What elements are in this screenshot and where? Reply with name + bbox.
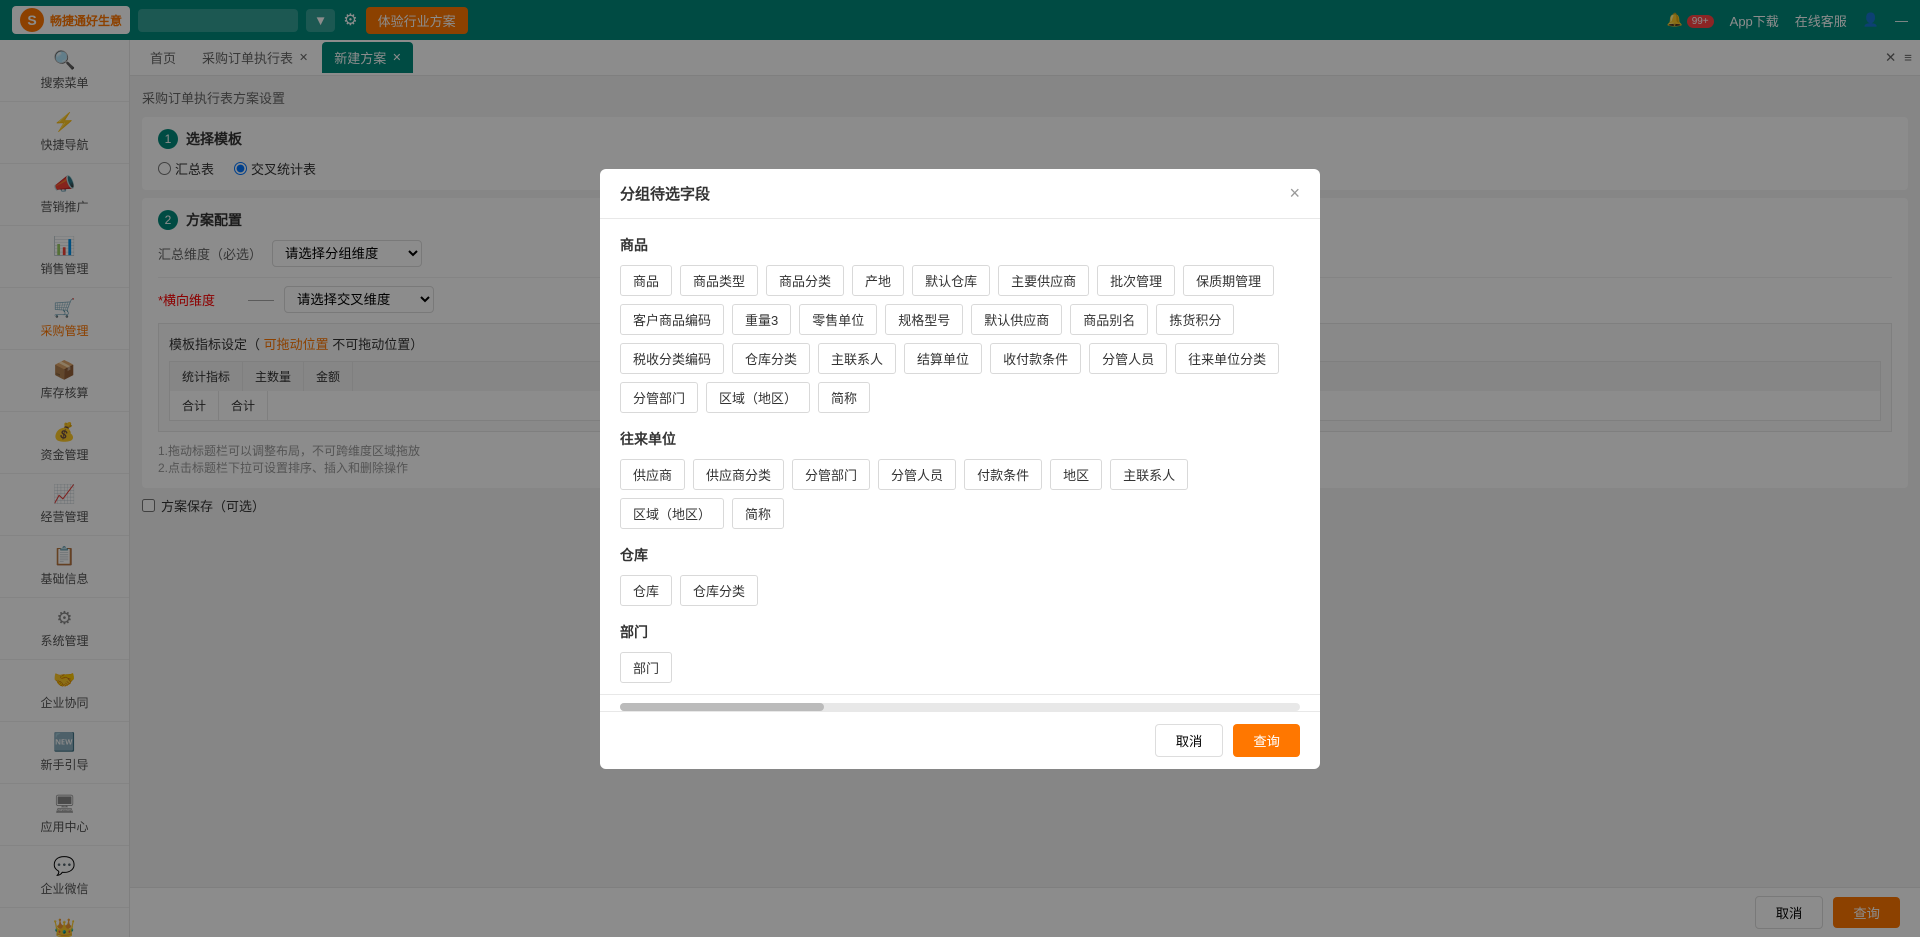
field-tag-0-0[interactable]: 商品: [620, 265, 672, 296]
field-tag-0-12[interactable]: 默认供应商: [971, 304, 1062, 335]
field-tags-1: 供应商供应商分类分管部门分管人员付款条件地区主联系人区域（地区） 简称: [620, 459, 1300, 529]
field-tag-0-8[interactable]: 客户商品编码: [620, 304, 724, 335]
section-title-2: 仓库: [620, 545, 1300, 565]
field-section-0: 商品商品商品类型商品分类产地默认仓库主要供应商批次管理保质期管理客户商品编码重量…: [620, 235, 1300, 413]
field-tag-0-24[interactable]: 简称: [818, 382, 870, 413]
field-tag-0-13[interactable]: 商品别名: [1070, 304, 1148, 335]
field-section-2: 仓库仓库仓库分类: [620, 545, 1300, 606]
modal-footer: 取消 查询: [600, 711, 1320, 769]
field-tag-0-3[interactable]: 产地: [852, 265, 904, 296]
section-title-0: 商品: [620, 235, 1300, 255]
field-tag-1-6[interactable]: 主联系人: [1110, 459, 1188, 490]
field-tag-0-6[interactable]: 批次管理: [1097, 265, 1175, 296]
field-tag-0-21[interactable]: 往来单位分类: [1175, 343, 1279, 374]
modal-cancel-btn[interactable]: 取消: [1155, 724, 1224, 757]
section-title-3: 部门: [620, 622, 1300, 642]
field-tag-0-7[interactable]: 保质期管理: [1183, 265, 1274, 296]
modal-title: 分组待选字段: [620, 183, 710, 204]
modal-confirm-btn[interactable]: 查询: [1233, 724, 1300, 757]
field-tag-0-2[interactable]: 商品分类: [766, 265, 844, 296]
modal-overlay: 分组待选字段 × 商品商品商品类型商品分类产地默认仓库主要供应商批次管理保质期管…: [0, 0, 1920, 937]
field-tag-0-14[interactable]: 拣货积分: [1156, 304, 1234, 335]
field-tag-0-18[interactable]: 结算单位: [904, 343, 982, 374]
section-title-1: 往来单位: [620, 429, 1300, 449]
field-tag-0-10[interactable]: 零售单位: [799, 304, 877, 335]
hscroll-thumb[interactable]: [620, 703, 824, 711]
horizontal-scrollbar[interactable]: [620, 703, 1300, 711]
field-section-3: 部门部门: [620, 622, 1300, 683]
field-tags-2: 仓库仓库分类: [620, 575, 1300, 606]
field-tags-0: 商品商品类型商品分类产地默认仓库主要供应商批次管理保质期管理客户商品编码重量3 零…: [620, 265, 1300, 413]
field-tag-2-0[interactable]: 仓库: [620, 575, 672, 606]
field-tag-0-9[interactable]: 重量3: [732, 304, 791, 335]
modal-dialog: 分组待选字段 × 商品商品商品类型商品分类产地默认仓库主要供应商批次管理保质期管…: [600, 169, 1320, 769]
field-tag-3-0[interactable]: 部门: [620, 652, 672, 683]
modal-body: 商品商品商品类型商品分类产地默认仓库主要供应商批次管理保质期管理客户商品编码重量…: [600, 219, 1320, 694]
field-section-1: 往来单位供应商供应商分类分管部门分管人员付款条件地区主联系人区域（地区） 简称: [620, 429, 1300, 529]
field-tag-0-17[interactable]: 主联系人: [818, 343, 896, 374]
field-tag-2-1[interactable]: 仓库分类: [680, 575, 758, 606]
field-tag-0-16[interactable]: 仓库分类: [732, 343, 810, 374]
field-tag-0-5[interactable]: 主要供应商: [998, 265, 1089, 296]
modal-header: 分组待选字段 ×: [600, 169, 1320, 219]
field-tag-1-0[interactable]: 供应商: [620, 459, 685, 490]
field-tag-1-5[interactable]: 地区: [1050, 459, 1102, 490]
field-tag-0-23[interactable]: 区域（地区）: [706, 382, 810, 413]
field-tag-0-22[interactable]: 分管部门: [620, 382, 698, 413]
field-tag-1-1[interactable]: 供应商分类: [693, 459, 784, 490]
modal-hscroll-area: [600, 694, 1320, 711]
field-tag-1-7[interactable]: 区域（地区）: [620, 498, 724, 529]
field-tag-1-2[interactable]: 分管部门: [792, 459, 870, 490]
field-tag-0-1[interactable]: 商品类型: [680, 265, 758, 296]
field-tag-0-19[interactable]: 收付款条件: [990, 343, 1081, 374]
field-tag-1-3[interactable]: 分管人员: [878, 459, 956, 490]
field-tag-0-11[interactable]: 规格型号: [885, 304, 963, 335]
field-tag-1-4[interactable]: 付款条件: [964, 459, 1042, 490]
field-tag-0-20[interactable]: 分管人员: [1089, 343, 1167, 374]
field-tags-3: 部门: [620, 652, 1300, 683]
field-tag-1-8[interactable]: 简称: [732, 498, 784, 529]
field-tag-0-15[interactable]: 税收分类编码: [620, 343, 724, 374]
modal-close-btn[interactable]: ×: [1289, 183, 1300, 204]
field-tag-0-4[interactable]: 默认仓库: [912, 265, 990, 296]
